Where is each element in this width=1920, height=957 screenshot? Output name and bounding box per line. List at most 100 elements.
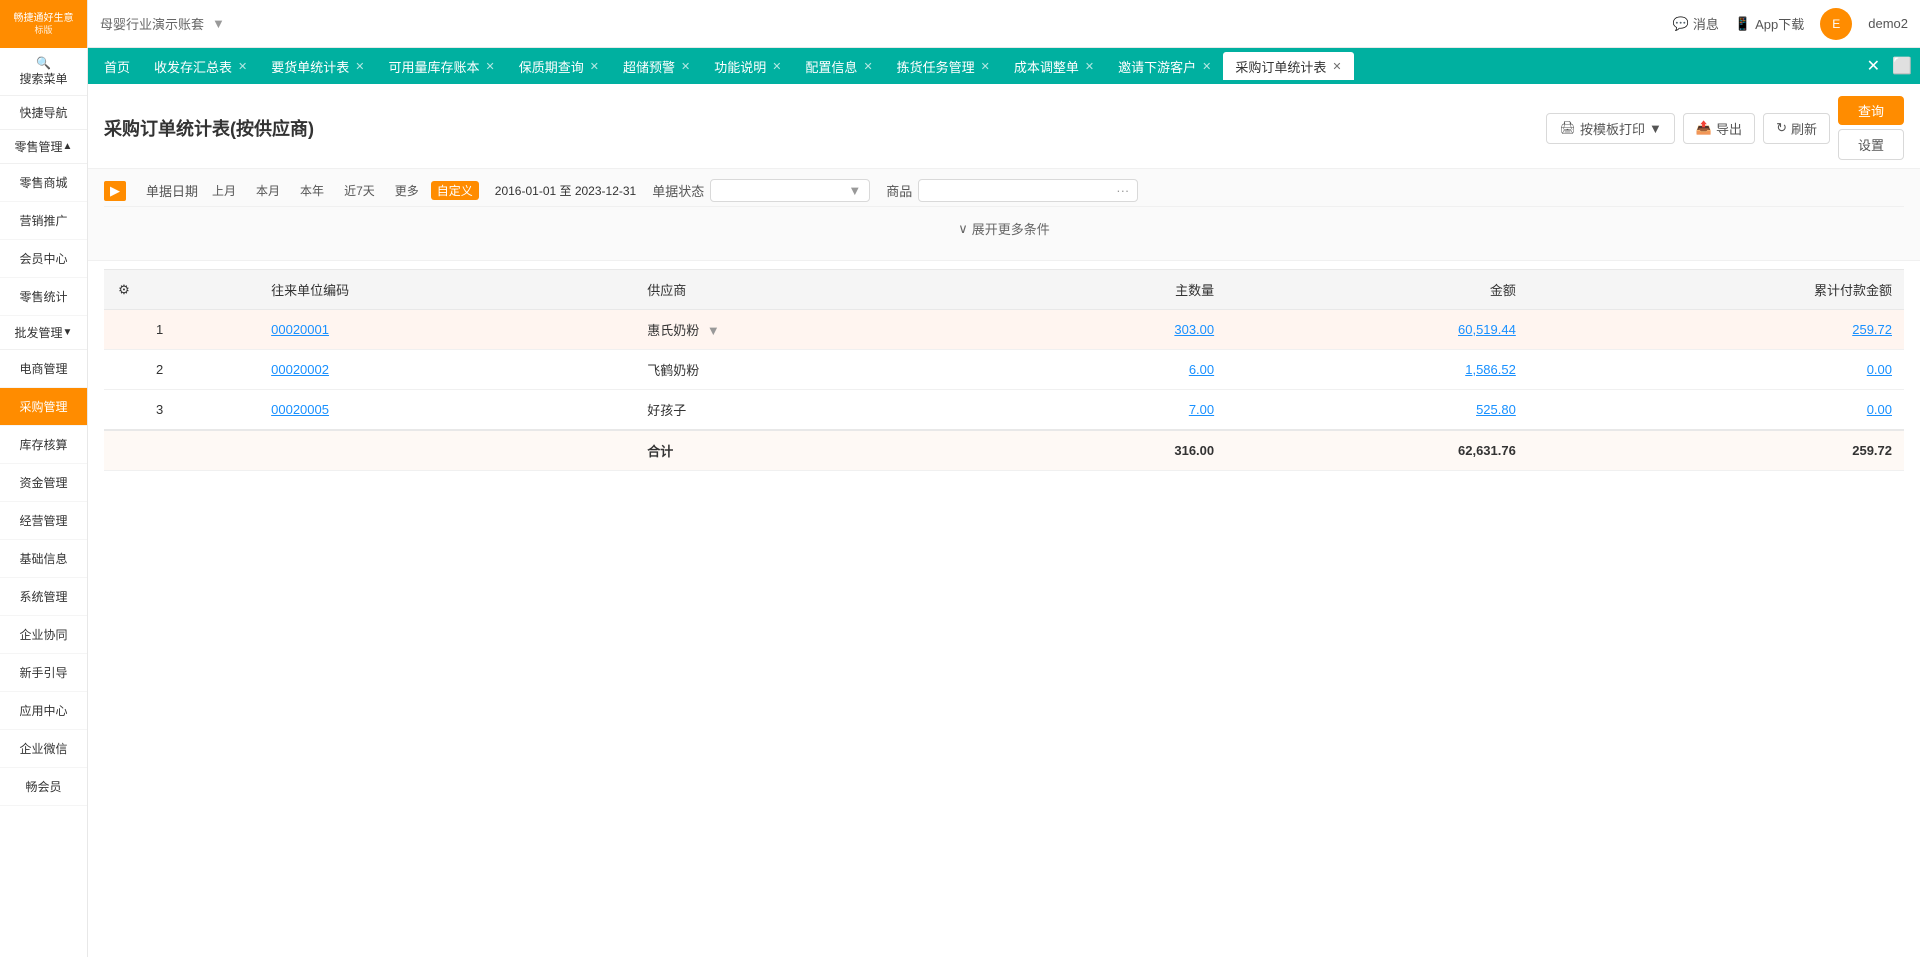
tab-expand-btn[interactable]: ⬜ <box>1888 54 1916 78</box>
user-avatar[interactable]: E <box>1820 8 1852 40</box>
sidebar-item-basic-info[interactable]: 基础信息 <box>0 540 87 578</box>
tab-label: 可用量库存账本 <box>388 57 479 76</box>
tab-close-icon[interactable]: ✕ <box>590 60 599 73</box>
sidebar-item-vip[interactable]: 畅会员 <box>0 768 87 806</box>
dropdown-icon[interactable]: ▼ <box>212 16 225 31</box>
tab-close-icon[interactable]: ✕ <box>1332 60 1341 73</box>
tab-close-icon[interactable]: ✕ <box>681 60 690 73</box>
unit-code-link[interactable]: 00020002 <box>271 362 329 377</box>
expand-more-btn[interactable]: ∨ 展开更多条件 <box>958 213 1050 244</box>
date-options: 上月 本月 本年 近7天 更多 自定义 <box>204 180 479 201</box>
tab-available-inv[interactable]: 可用量库存账本 ✕ <box>376 52 506 80</box>
tab-warranty[interactable]: 保质期查询 ✕ <box>507 52 611 80</box>
tab-config-info[interactable]: 配置信息 ✕ <box>793 52 884 80</box>
settings-col-icon[interactable]: ⚙ <box>118 282 130 297</box>
amount-link[interactable]: 1,586.52 <box>1465 362 1516 377</box>
sidebar-item-app-center[interactable]: 应用中心 <box>0 692 87 730</box>
paid-link[interactable]: 0.00 <box>1867 362 1892 377</box>
expand-icon[interactable]: ▶ <box>104 181 126 201</box>
tab-cost-adjust[interactable]: 成本调整单 ✕ <box>1002 52 1106 80</box>
tab-function-desc[interactable]: 功能说明 ✕ <box>702 52 793 80</box>
date-option-this-year[interactable]: 本年 <box>292 180 332 201</box>
cell-amount: 60,519.44 <box>1226 310 1528 350</box>
tab-close-icon[interactable]: ✕ <box>1085 60 1094 73</box>
chevron-down-icon: ▼ <box>63 327 73 338</box>
sidebar-item-enterprise[interactable]: 企业协同 <box>0 616 87 654</box>
amount-link[interactable]: 525.80 <box>1476 402 1516 417</box>
tab-close-icon[interactable]: ✕ <box>1202 60 1211 73</box>
tab-purchase-order-stats[interactable]: 采购订单统计表 ✕ <box>1223 52 1353 80</box>
tab-invite-downstream[interactable]: 邀请下游客户 ✕ <box>1106 52 1223 80</box>
tab-label: 功能说明 <box>714 57 766 76</box>
sidebar-item-member-center[interactable]: 会员中心 <box>0 240 87 278</box>
expand-row-icon[interactable]: ▼ <box>707 323 720 338</box>
table-row: 3 00020005 好孩子 7.00 525.80 0.00 <box>104 390 1904 431</box>
date-option-7days[interactable]: 近7天 <box>336 180 383 201</box>
tab-home-label: 首页 <box>104 57 130 76</box>
footer-qty: 316.00 <box>1174 443 1214 458</box>
message-icon: 💬 <box>1673 16 1689 32</box>
export-btn[interactable]: 📤 导出 <box>1683 113 1755 144</box>
date-option-last-month[interactable]: 上月 <box>204 180 244 201</box>
query-btn[interactable]: 查询 <box>1838 96 1904 125</box>
sidebar-item-ops-mgmt[interactable]: 经营管理 <box>0 502 87 540</box>
cell-paid-amount: 0.00 <box>1528 350 1904 390</box>
paid-link[interactable]: 0.00 <box>1867 402 1892 417</box>
footer-index-cell <box>144 430 259 471</box>
sidebar-search[interactable]: 🔍 搜索菜单 <box>0 48 87 96</box>
user-name[interactable]: demo2 <box>1868 16 1908 31</box>
filter-expand-toggle[interactable]: ▶ <box>104 181 126 201</box>
app-download-btn[interactable]: 📱 App下载 <box>1735 14 1804 33</box>
tab-close-icon[interactable]: ✕ <box>863 60 872 73</box>
qty-link[interactable]: 6.00 <box>1189 362 1214 377</box>
sidebar-item-wholesale-mgmt[interactable]: 批发管理 ▼ <box>0 316 87 350</box>
tab-over-stock[interactable]: 超储预警 ✕ <box>611 52 702 80</box>
tab-close-icon[interactable]: ✕ <box>981 60 990 73</box>
sidebar-item-finance[interactable]: 资金管理 <box>0 464 87 502</box>
goods-select[interactable]: ··· <box>918 179 1138 202</box>
sidebar-item-retail-shop[interactable]: 零售商城 <box>0 164 87 202</box>
unit-code-link[interactable]: 00020001 <box>271 322 329 337</box>
paid-link[interactable]: 259.72 <box>1852 322 1892 337</box>
cell-amount: 1,586.52 <box>1226 350 1528 390</box>
tab-goods-stats[interactable]: 要货单统计表 ✕ <box>259 52 376 80</box>
search-icon: 🔍 <box>36 56 51 70</box>
table-container: ⚙ 往来单位编码 供应商 主数量 金额 累计付款金额 1 <box>88 269 1920 471</box>
status-select[interactable]: ▼ <box>710 179 870 202</box>
cell-supplier: 飞鹤奶粉 <box>635 350 991 390</box>
sidebar-item-retail-stats[interactable]: 零售统计 <box>0 278 87 316</box>
sidebar-item-ecommerce[interactable]: 电商管理 <box>0 350 87 388</box>
tab-collect-send[interactable]: 收发存汇总表 ✕ <box>142 52 259 80</box>
date-option-more[interactable]: 更多 <box>387 180 427 201</box>
qty-link[interactable]: 303.00 <box>1174 322 1214 337</box>
quick-nav[interactable]: 快捷导航 <box>0 96 87 130</box>
date-option-this-month[interactable]: 本月 <box>248 180 288 201</box>
sidebar-item-enterprise-wechat[interactable]: 企业微信 <box>0 730 87 768</box>
tab-close-icon[interactable]: ✕ <box>355 60 364 73</box>
tab-pick-task[interactable]: 拣货任务管理 ✕ <box>885 52 1002 80</box>
sidebar-item-marketing[interactable]: 营销推广 <box>0 202 87 240</box>
tab-close-icon[interactable]: ✕ <box>238 60 247 73</box>
qty-link[interactable]: 7.00 <box>1189 402 1214 417</box>
sidebar-item-inventory[interactable]: 库存核算 <box>0 426 87 464</box>
sidebar-item-purchase-mgmt[interactable]: 采购管理 <box>0 388 87 426</box>
tab-close-icon[interactable]: ✕ <box>486 60 495 73</box>
tab-home[interactable]: 首页 <box>92 52 142 80</box>
sidebar-item-retail-mgmt[interactable]: 零售管理 ▲ <box>0 130 87 164</box>
date-custom-badge[interactable]: 自定义 <box>431 181 479 200</box>
sidebar-item-label: 企业协同 <box>19 628 67 642</box>
settings-btn[interactable]: 设置 <box>1838 129 1904 160</box>
tab-label: 采购订单统计表 <box>1235 57 1326 76</box>
sidebar-item-label: 新手引导 <box>19 666 67 680</box>
sidebar-item-sys-mgmt[interactable]: 系统管理 <box>0 578 87 616</box>
message-btn[interactable]: 💬 消息 <box>1673 14 1719 33</box>
sidebar-item-new-guide[interactable]: 新手引导 <box>0 654 87 692</box>
tab-close-icon[interactable]: ✕ <box>772 60 781 73</box>
print-btn[interactable]: 🖨 按模板打印 ▼ <box>1546 113 1674 144</box>
date-range-value[interactable]: 2016-01-01 至 2023-12-31 <box>495 182 636 199</box>
unit-code-link[interactable]: 00020005 <box>271 402 329 417</box>
refresh-btn[interactable]: ↻ 刷新 <box>1763 113 1830 144</box>
print-arrow-icon: ▼ <box>1649 121 1662 136</box>
amount-link[interactable]: 60,519.44 <box>1458 322 1516 337</box>
tab-close-all-btn[interactable]: ✕ <box>1863 54 1884 78</box>
